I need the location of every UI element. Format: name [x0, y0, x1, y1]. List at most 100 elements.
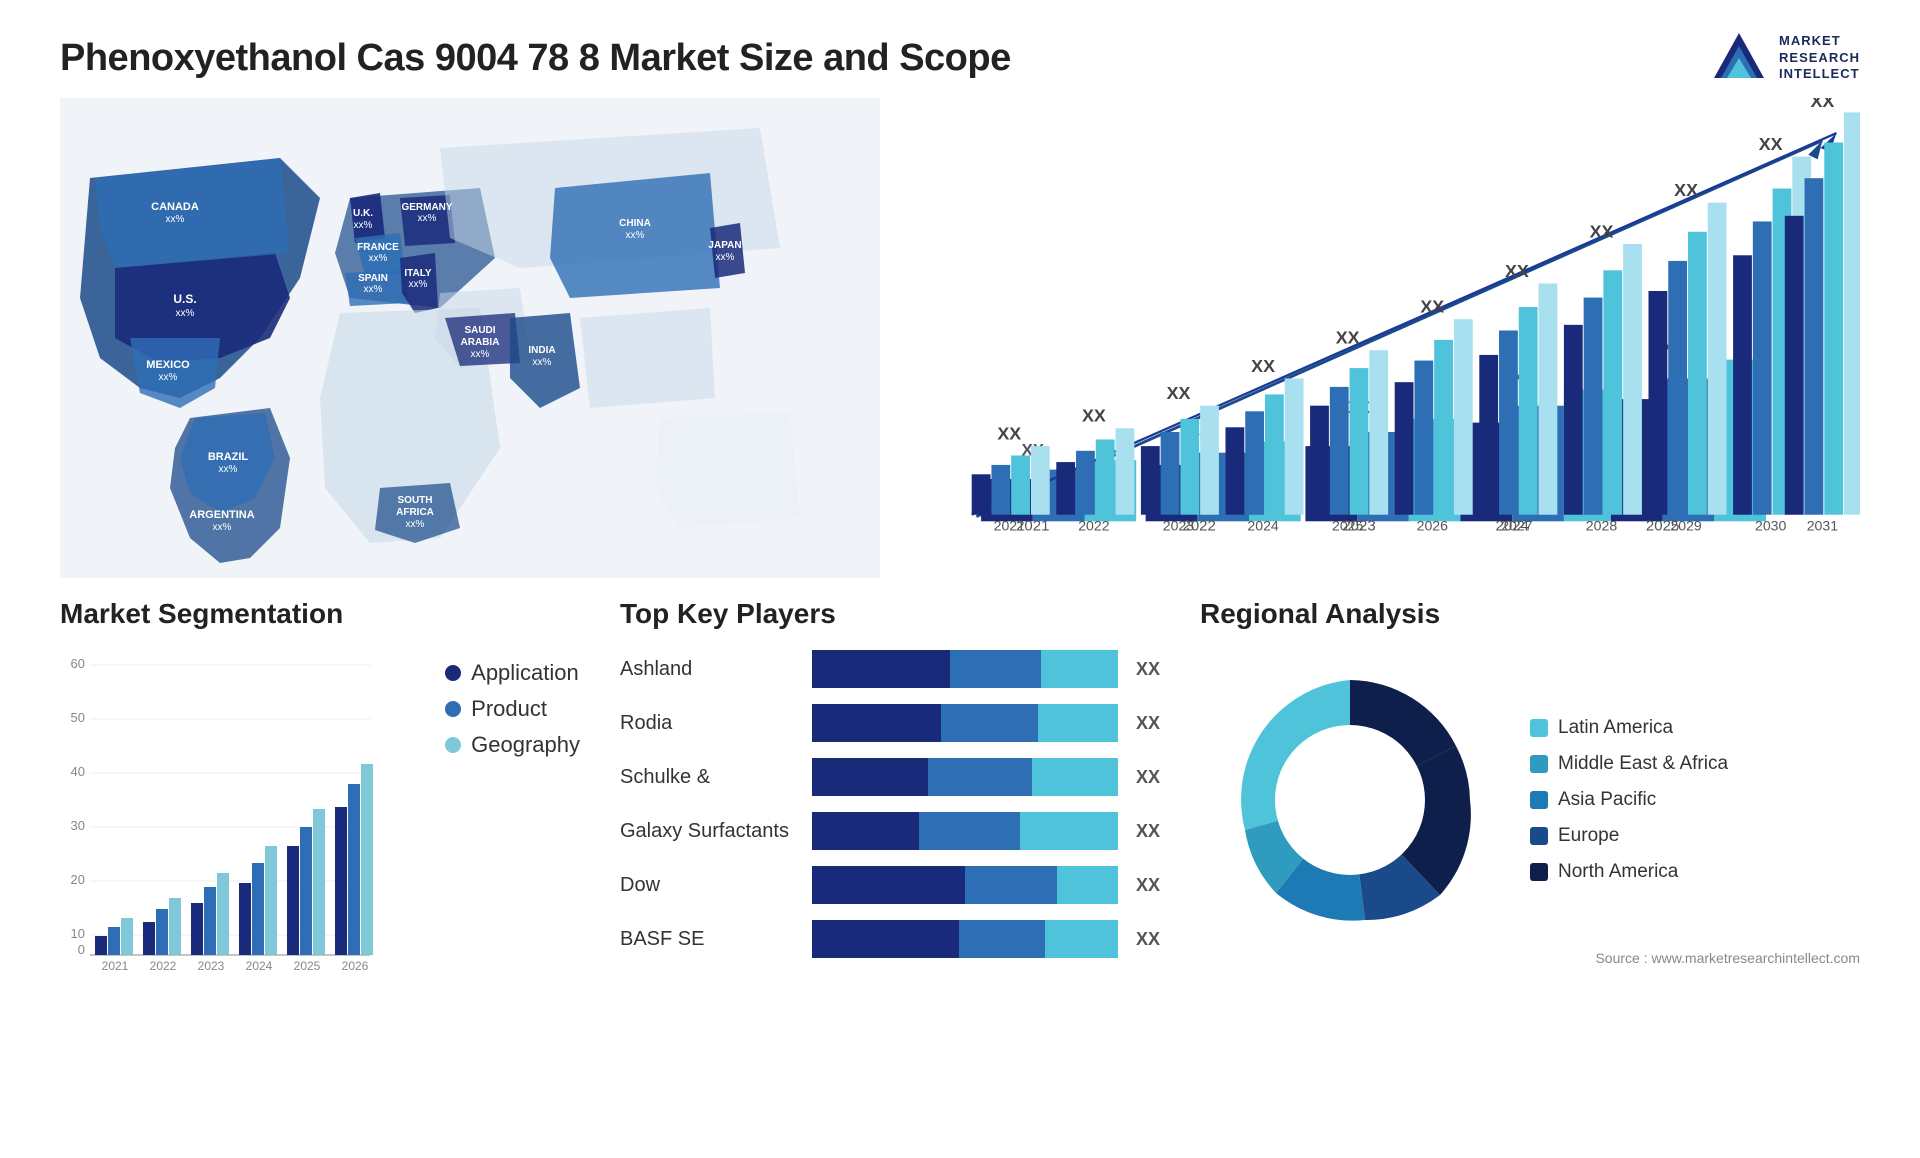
svg-text:XX: XX [1420, 297, 1444, 317]
svg-text:2023: 2023 [198, 959, 225, 970]
legend-item-application: Application [445, 660, 580, 686]
player-bar-seg1 [812, 812, 919, 850]
svg-text:XX: XX [1505, 261, 1529, 281]
svg-text:BRAZIL: BRAZIL [208, 451, 249, 463]
svg-text:2024: 2024 [246, 959, 273, 970]
svg-text:2021: 2021 [102, 959, 129, 970]
legend-dot-asia [1530, 791, 1548, 809]
svg-text:MEXICO: MEXICO [146, 359, 190, 371]
regional-legend: Latin America Middle East & Africa Asia … [1530, 717, 1728, 883]
svg-text:2029: 2029 [1670, 518, 1702, 534]
player-row-galaxy: Galaxy Surfactants XX [620, 812, 1160, 850]
player-name-schulke: Schulke & [620, 766, 800, 789]
legend-middle-east: Middle East & Africa [1530, 753, 1728, 775]
svg-text:10: 10 [71, 926, 85, 941]
donut-svg [1200, 650, 1500, 950]
bar-chart-proper: .bar-label { font-size: 16px; font-weigh… [920, 98, 1860, 578]
regional-chart: Latin America Middle East & Africa Asia … [1200, 650, 1860, 950]
source-text: Source : www.marketresearchintellect.com [1200, 950, 1860, 976]
player-row-ashland: Ashland XX [620, 650, 1160, 688]
player-xx-dow: XX [1136, 875, 1160, 896]
svg-text:2023: 2023 [1163, 518, 1195, 534]
svg-text:2027: 2027 [1501, 518, 1533, 534]
player-bar-seg1 [812, 758, 928, 796]
world-map-area: CANADA xx% U.S. xx% MEXICO xx% BRAZIL xx… [60, 98, 880, 578]
svg-text:xx%: xx% [409, 279, 428, 290]
legend-label-geography: Geography [471, 732, 580, 758]
player-bar-seg3 [1038, 704, 1118, 742]
legend-dot-europe [1530, 827, 1548, 845]
player-bar-seg2 [919, 812, 1020, 850]
player-bar-seg1 [812, 920, 959, 958]
svg-text:XX: XX [1759, 134, 1783, 154]
player-xx-galaxy: XX [1136, 821, 1160, 842]
legend-label-application: Application [471, 660, 579, 686]
top-section: CANADA xx% U.S. xx% MEXICO xx% BRAZIL xx… [0, 98, 1920, 578]
svg-text:2031: 2031 [1807, 518, 1839, 534]
svg-text:2025: 2025 [1332, 518, 1364, 534]
svg-text:xx%: xx% [471, 349, 490, 360]
svg-text:2021: 2021 [994, 518, 1026, 534]
legend-label-asia: Asia Pacific [1558, 789, 1656, 811]
svg-text:xx%: xx% [176, 308, 195, 319]
svg-text:xx%: xx% [533, 357, 552, 368]
svg-text:xx%: xx% [418, 213, 437, 224]
svg-text:2030: 2030 [1755, 518, 1787, 534]
player-bar-seg2 [928, 758, 1032, 796]
page-header: Phenoxyethanol Cas 9004 78 8 Market Size… [0, 0, 1920, 98]
players-area: Top Key Players Ashland XX Rodia [620, 598, 1160, 1138]
svg-text:SPAIN: SPAIN [358, 273, 388, 284]
svg-text:XX: XX [1251, 356, 1275, 376]
regional-area: Regional Analysis [1200, 598, 1860, 1138]
player-bar-seg1 [812, 704, 941, 742]
source-label: Source : www.marketresearchintellect.com [1595, 950, 1860, 966]
svg-text:xx%: xx% [213, 522, 232, 533]
svg-text:xx%: xx% [364, 284, 383, 295]
player-bar-dow [812, 866, 1118, 904]
player-row-schulke: Schulke & XX [620, 758, 1160, 796]
logo: MARKET RESEARCH INTELLECT [1709, 28, 1860, 88]
player-bar-seg2 [950, 650, 1042, 688]
page-title: Phenoxyethanol Cas 9004 78 8 Market Size… [60, 37, 1011, 80]
player-bar-seg3 [1041, 650, 1117, 688]
svg-text:XX: XX [1167, 383, 1191, 403]
svg-text:AFRICA: AFRICA [396, 507, 434, 518]
svg-text:2022: 2022 [1078, 518, 1110, 534]
legend-dot-latin [1530, 719, 1548, 737]
svg-text:0: 0 [78, 942, 85, 957]
svg-text:2026: 2026 [1417, 518, 1449, 534]
world-map-svg: CANADA xx% U.S. xx% MEXICO xx% BRAZIL xx… [60, 98, 880, 578]
svg-text:SAUDI: SAUDI [464, 325, 495, 336]
svg-text:INDIA: INDIA [528, 345, 555, 356]
legend-label-product: Product [471, 696, 547, 722]
segmentation-area: Market Segmentation 60 50 40 30 20 10 0 [60, 598, 580, 1138]
svg-text:30: 30 [71, 818, 85, 833]
svg-text:FRANCE: FRANCE [357, 242, 399, 253]
svg-text:xx%: xx% [369, 253, 388, 264]
svg-text:20: 20 [71, 872, 85, 887]
svg-text:XX: XX [1674, 180, 1698, 200]
player-name-galaxy: Galaxy Surfactants [620, 820, 800, 843]
legend-label-europe: Europe [1558, 825, 1619, 847]
player-row-basf: BASF SE XX [620, 920, 1160, 958]
player-name-dow: Dow [620, 874, 800, 897]
svg-text:XX: XX [997, 424, 1021, 444]
legend-dot-north-america [1530, 863, 1548, 881]
bottom-section: Market Segmentation 60 50 40 30 20 10 0 [0, 578, 1920, 1158]
legend-dot-product [445, 701, 461, 717]
svg-text:U.S.: U.S. [173, 292, 196, 306]
regional-title: Regional Analysis [1200, 598, 1860, 630]
player-bar-ashland [812, 650, 1118, 688]
svg-text:xx%: xx% [716, 252, 735, 263]
svg-text:2026: 2026 [342, 959, 369, 970]
logo-icon [1709, 28, 1769, 88]
player-xx-basf: XX [1136, 929, 1160, 950]
svg-text:2025: 2025 [294, 959, 321, 970]
svg-text:XX: XX [1810, 98, 1834, 111]
world-map-container: CANADA xx% U.S. xx% MEXICO xx% BRAZIL xx… [60, 98, 880, 578]
legend-label-middle-east: Middle East & Africa [1558, 753, 1728, 775]
svg-text:GERMANY: GERMANY [401, 202, 452, 213]
legend-label-latin: Latin America [1558, 717, 1673, 739]
players-title: Top Key Players [620, 598, 1160, 630]
legend-north-america: North America [1530, 861, 1728, 883]
